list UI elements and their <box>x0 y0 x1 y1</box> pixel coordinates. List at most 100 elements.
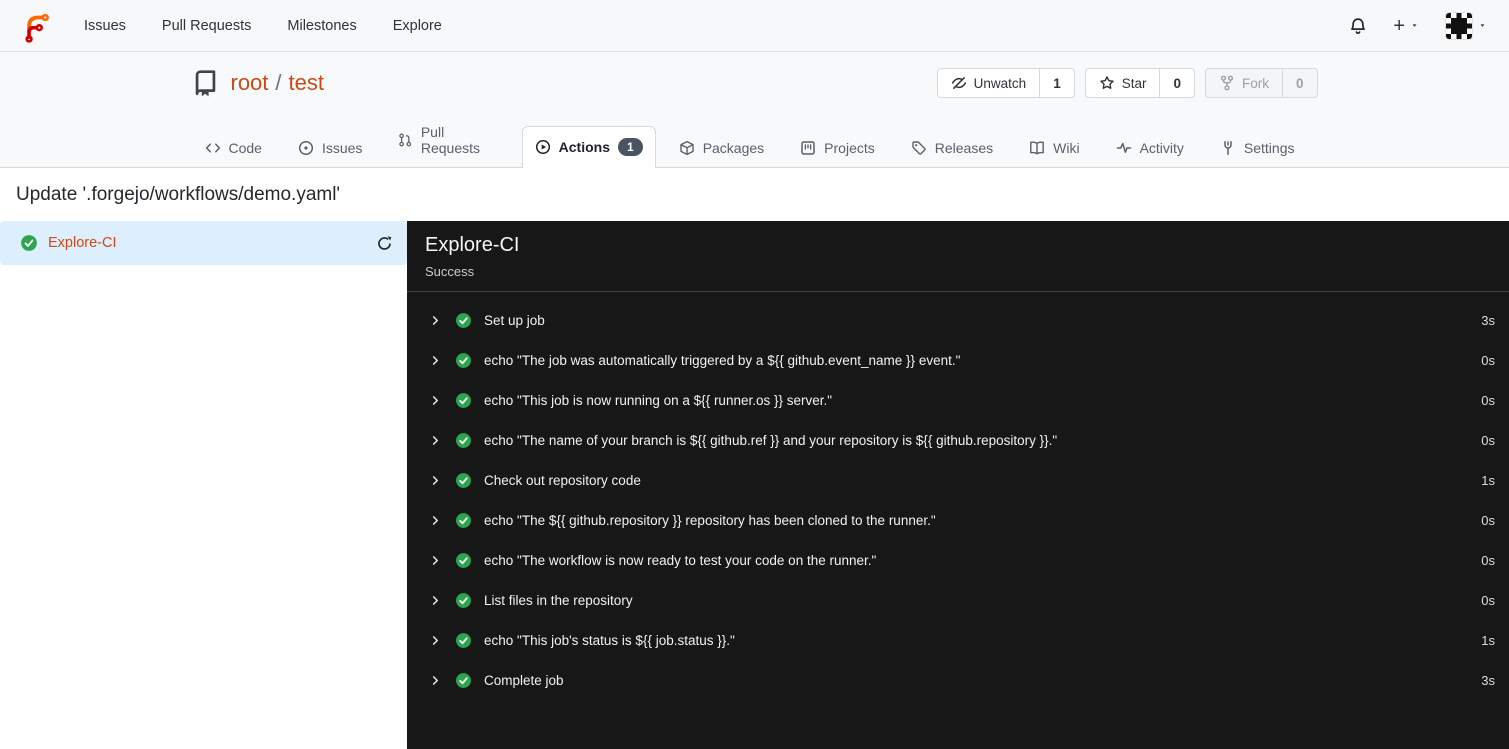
step-duration: 0s <box>1481 392 1495 408</box>
chevron-right-icon <box>429 474 442 487</box>
success-check-icon <box>20 234 38 252</box>
step-name: Set up job <box>484 312 545 328</box>
success-check-icon <box>455 392 472 409</box>
success-check-icon <box>455 432 472 449</box>
tab-label: Actions <box>558 138 610 155</box>
star-icon <box>1099 75 1115 91</box>
stars-count[interactable]: 0 <box>1159 69 1194 97</box>
chevron-right-icon <box>429 554 442 567</box>
step-duration: 0s <box>1481 512 1495 528</box>
success-check-icon <box>455 592 472 609</box>
fork-icon <box>1219 75 1235 91</box>
issue-circle-icon <box>298 140 314 156</box>
step-name: Complete job <box>484 672 564 688</box>
navbar-right: + <box>1349 11 1493 40</box>
nav-item-label: Milestones <box>287 17 357 34</box>
step-duration: 1s <box>1481 472 1495 488</box>
tab-actions[interactable]: Actions 1 <box>521 125 656 168</box>
step-row[interactable]: echo "The job was automatically triggere… <box>429 340 1495 380</box>
tools-icon <box>1220 140 1236 156</box>
fork-button: Fork 0 <box>1204 68 1318 98</box>
repo-tab-bar: Code Issues Pull Requests Actions 1 Packa… <box>0 112 1509 168</box>
notifications-bell-icon[interactable] <box>1349 17 1367 35</box>
step-row[interactable]: echo "The name of your branch is ${{ git… <box>429 420 1495 460</box>
tab-label: Activity <box>1139 140 1184 156</box>
repo-name-link[interactable]: test <box>289 70 324 95</box>
tab-pull-requests[interactable]: Pull Requests <box>385 112 511 167</box>
step-row[interactable]: echo "The ${{ github.repository }} repos… <box>429 500 1495 540</box>
step-row[interactable]: Check out repository code 1s <box>429 460 1495 500</box>
star-button[interactable]: Star 0 <box>1084 68 1195 98</box>
tab-label: Wiki <box>1053 140 1080 156</box>
step-row[interactable]: Complete job 3s <box>429 660 1495 700</box>
pull-request-icon <box>398 132 412 148</box>
project-board-icon <box>800 140 816 156</box>
step-duration: 3s <box>1481 312 1495 328</box>
chevron-right-icon <box>429 594 442 607</box>
tab-label: Pull Requests <box>420 124 480 156</box>
breadcrumb-separator: / <box>275 70 282 95</box>
step-name: List files in the repository <box>484 592 633 608</box>
forgejo-logo-icon[interactable] <box>20 9 54 43</box>
step-duration: 0s <box>1481 432 1495 448</box>
star-label: Star <box>1121 75 1147 91</box>
nav-item-pull-requests[interactable]: Pull Requests <box>144 0 269 51</box>
tab-issues[interactable]: Issues <box>285 128 375 167</box>
tab-label: Settings <box>1243 140 1295 156</box>
nav-item-label: Explore <box>392 17 442 34</box>
step-duration: 1s <box>1481 632 1495 648</box>
rerun-refresh-icon[interactable] <box>376 235 393 252</box>
tab-label: Issues <box>321 140 363 156</box>
step-duration: 3s <box>1481 672 1495 688</box>
repo-owner-link[interactable]: root <box>231 70 269 95</box>
plus-icon: + <box>1393 14 1405 37</box>
step-row[interactable]: echo "The workflow is now ready to test … <box>429 540 1495 580</box>
step-name: echo "The name of your branch is ${{ git… <box>484 432 1058 448</box>
nav-item-explore[interactable]: Explore <box>375 0 460 51</box>
job-item-explore-ci[interactable]: Explore-CI <box>0 221 407 265</box>
success-check-icon <box>455 352 472 369</box>
step-name: echo "The workflow is now ready to test … <box>484 552 877 568</box>
tab-activity[interactable]: Activity <box>1103 128 1197 167</box>
repo-header: root/ test Unwatch 1 Star 0 Fork 0 Code <box>0 52 1509 168</box>
repo-breadcrumb: root / test <box>231 70 325 96</box>
create-new-dropdown[interactable]: + <box>1393 16 1419 36</box>
step-row[interactable]: echo "This job is now running on a ${{ r… <box>429 380 1495 420</box>
job-title: Explore-CI <box>425 234 520 256</box>
unwatch-button[interactable]: Unwatch 1 <box>936 68 1075 98</box>
tab-label: Code <box>228 140 262 156</box>
tag-icon <box>911 140 927 156</box>
unwatch-label: Unwatch <box>973 75 1027 91</box>
avatar <box>1445 11 1473 40</box>
chevron-right-icon <box>429 674 442 687</box>
chevron-right-icon <box>429 354 442 367</box>
chevron-down-icon <box>1410 22 1419 29</box>
success-check-icon <box>455 672 472 689</box>
nav-item-issues[interactable]: Issues <box>66 0 144 51</box>
workflow-run-page: Update '.forgejo/workflows/demo.yaml' Ex… <box>0 168 1509 749</box>
tab-wiki[interactable]: Wiki <box>1016 128 1092 167</box>
tab-projects[interactable]: Projects <box>787 128 888 167</box>
nav-item-label: Issues <box>84 17 126 34</box>
step-row[interactable]: List files in the repository 0s <box>429 580 1495 620</box>
nav-item-milestones[interactable]: Milestones <box>269 0 374 51</box>
step-row[interactable]: Set up job 3s <box>429 300 1495 340</box>
chevron-right-icon <box>429 514 442 527</box>
job-name: Explore-CI <box>48 235 117 251</box>
tab-code[interactable]: Code <box>192 128 275 167</box>
step-row[interactable]: echo "This job's status is ${{ job.statu… <box>429 620 1495 660</box>
jobs-sidebar: Explore-CI <box>0 221 407 749</box>
fork-label: Fork <box>1241 75 1269 91</box>
user-menu-dropdown[interactable] <box>1445 11 1487 40</box>
play-circle-icon <box>535 139 551 155</box>
step-duration: 0s <box>1481 552 1495 568</box>
package-cube-icon <box>679 140 695 156</box>
step-duration: 0s <box>1481 592 1495 608</box>
tab-label: Projects <box>824 140 875 156</box>
tab-settings[interactable]: Settings <box>1207 128 1308 167</box>
tab-packages[interactable]: Packages <box>666 128 777 167</box>
watchers-count[interactable]: 1 <box>1039 69 1074 97</box>
repo-title-row: root / test Unwatch 1 Star 0 Fork 0 <box>192 52 1318 112</box>
job-log-panel: Explore-CI Success Set up job 3s echo "Th… <box>407 221 1509 749</box>
tab-releases[interactable]: Releases <box>898 128 1006 167</box>
